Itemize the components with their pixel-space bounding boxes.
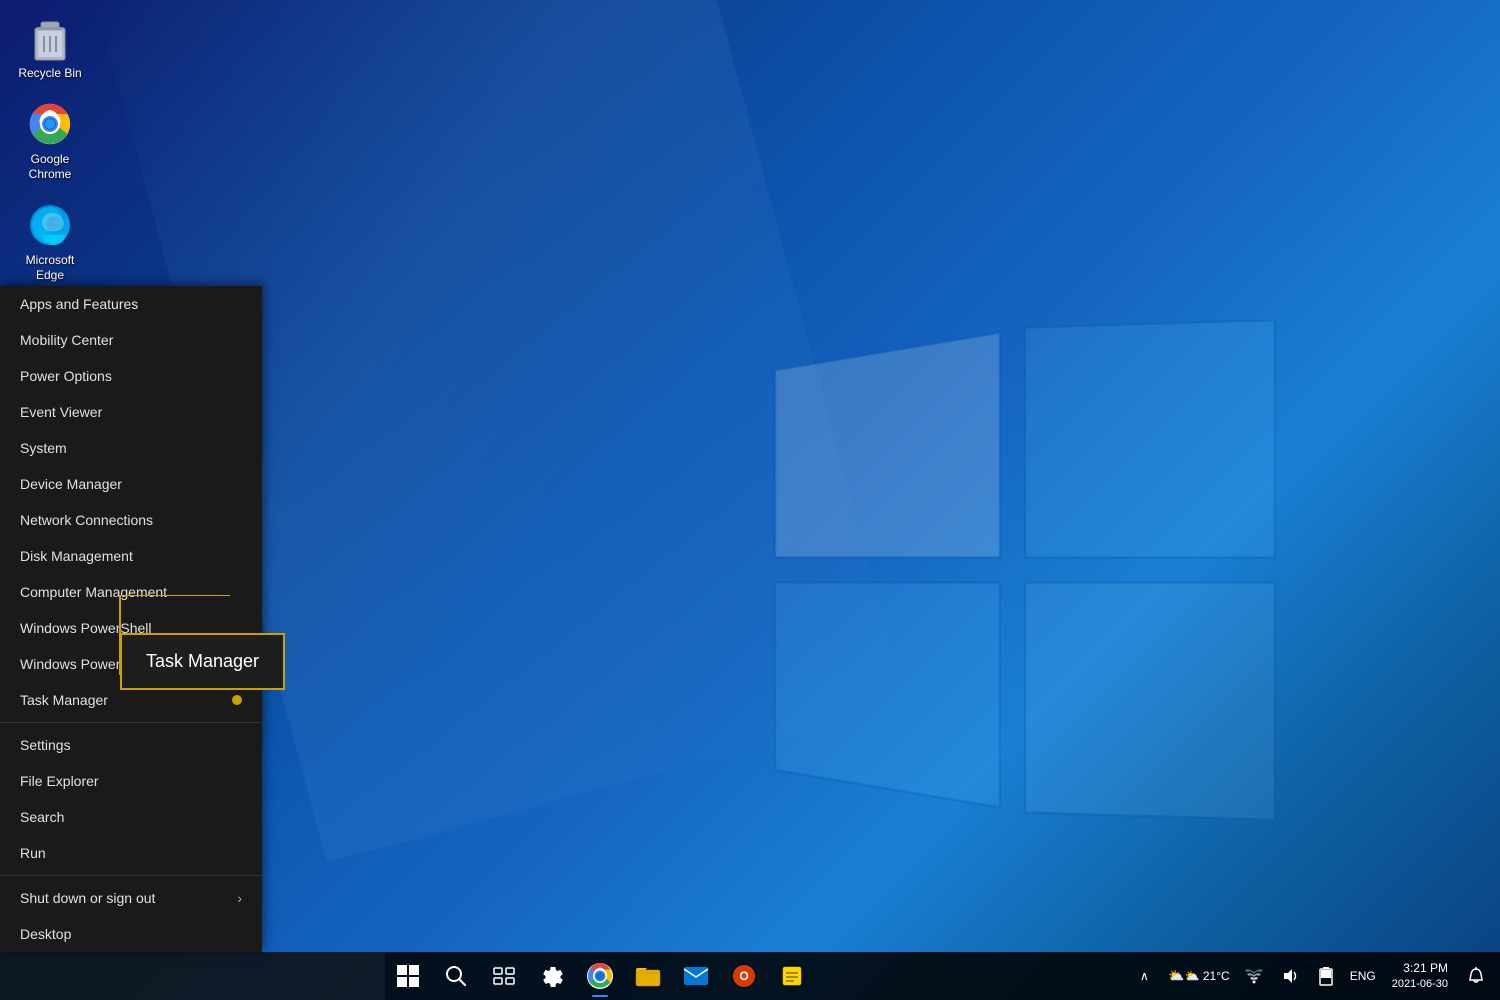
tray-language-icon[interactable]: ENG	[1346, 953, 1380, 999]
notification-button[interactable]	[1460, 953, 1492, 999]
menu-item-shut-down[interactable]: Shut down or sign out ›	[0, 880, 262, 916]
menu-item-settings[interactable]: Settings	[0, 727, 262, 763]
taskbar-start-button[interactable]	[385, 953, 431, 999]
menu-item-file-explorer[interactable]: File Explorer	[0, 763, 262, 799]
taskbar-office-button[interactable]: O	[721, 953, 767, 999]
task-manager-dot	[232, 695, 242, 705]
desktop-windows-logo	[650, 320, 1400, 820]
menu-item-event-viewer[interactable]: Event Viewer	[0, 394, 262, 430]
tray-chevron-icon[interactable]: ∧	[1128, 953, 1160, 999]
desktop: Recycle Bin	[0, 0, 1500, 1000]
recycle-bin-icon[interactable]: Recycle Bin	[10, 10, 90, 86]
taskbar-start-area[interactable]	[0, 952, 385, 1000]
tray-weather-icon[interactable]: ⛅ ⛅ 21°C	[1164, 953, 1233, 999]
menu-item-system[interactable]: System	[0, 430, 262, 466]
taskbar-chrome-button[interactable]	[577, 953, 623, 999]
taskbar-mail-button[interactable]	[673, 953, 719, 999]
taskbar-file-explorer-button[interactable]	[625, 953, 671, 999]
edge-image	[26, 201, 74, 249]
system-tray: ∧ ⛅ ⛅ 21°C	[1120, 952, 1500, 1000]
menu-item-run[interactable]: Run	[0, 835, 262, 871]
shut-down-chevron-icon: ›	[237, 890, 242, 906]
chrome-image	[26, 100, 74, 148]
menu-item-desktop[interactable]: Desktop	[0, 916, 262, 952]
edge-label: Microsoft Edge	[14, 253, 86, 284]
menu-item-disk-management[interactable]: Disk Management	[0, 538, 262, 574]
context-menu: Apps and Features Mobility Center Power …	[0, 286, 262, 952]
menu-item-device-manager[interactable]: Device Manager	[0, 466, 262, 502]
google-chrome-icon[interactable]: Google Chrome	[10, 96, 90, 187]
taskbar-search-button[interactable]	[433, 953, 479, 999]
tray-network-icon[interactable]	[1238, 953, 1270, 999]
menu-item-mobility-center[interactable]: Mobility Center	[0, 322, 262, 358]
menu-item-apps-features[interactable]: Apps and Features	[0, 286, 262, 322]
taskbar-notes-button[interactable]	[769, 953, 815, 999]
tray-sound-icon[interactable]	[1274, 953, 1306, 999]
desktop-icons: Recycle Bin	[10, 10, 90, 288]
menu-item-power-options[interactable]: Power Options	[0, 358, 262, 394]
microsoft-edge-icon[interactable]: Microsoft Edge	[10, 197, 90, 288]
menu-divider-2	[0, 875, 262, 876]
menu-divider-1	[0, 722, 262, 723]
chrome-label: Google Chrome	[14, 152, 86, 183]
task-manager-tooltip: Task Manager	[120, 633, 285, 690]
taskbar-items: O	[385, 952, 1120, 1000]
menu-item-network-connections[interactable]: Network Connections	[0, 502, 262, 538]
taskbar: O ∧ ⛅ ⛅ 21°C	[0, 952, 1500, 1000]
recycle-bin-label: Recycle Bin	[18, 66, 81, 82]
tray-battery-icon[interactable]	[1310, 953, 1342, 999]
taskbar-task-view-button[interactable]	[481, 953, 527, 999]
menu-item-search[interactable]: Search	[0, 799, 262, 835]
taskbar-settings-button[interactable]	[529, 953, 575, 999]
recycle-bin-image	[26, 14, 74, 62]
menu-item-computer-management[interactable]: Computer Management	[0, 574, 262, 610]
system-tray-time[interactable]: 3:21 PM 2021-06-30	[1384, 960, 1456, 992]
svg-text:O: O	[739, 969, 748, 983]
